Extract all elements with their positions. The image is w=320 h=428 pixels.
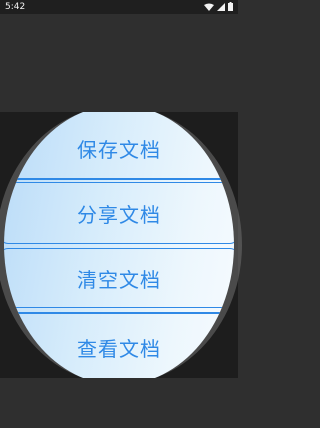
signal-icon xyxy=(217,2,225,11)
top-area xyxy=(0,14,238,112)
wifi-icon xyxy=(204,3,214,11)
battery-icon xyxy=(228,2,233,11)
clear-document-label: 清空文档 xyxy=(77,267,161,292)
round-menu: 保存文档 分享文档 清空文档 查看文档 xyxy=(0,112,250,378)
status-icons xyxy=(204,2,233,11)
share-document-label-wrap: 分享文档 xyxy=(4,184,234,242)
menu-divider xyxy=(4,312,234,314)
clear-document-label-wrap: 清空文档 xyxy=(4,250,234,306)
save-document-label: 保存文档 xyxy=(77,137,161,162)
status-time: 5:42 xyxy=(5,2,26,12)
status-bar: 5:42 xyxy=(0,0,238,14)
view-document-label: 查看文档 xyxy=(77,336,161,361)
share-document-label: 分享文档 xyxy=(77,202,161,227)
menu-divider xyxy=(4,178,234,180)
bottom-area xyxy=(0,378,238,428)
menu-disk: 保存文档 分享文档 清空文档 查看文档 xyxy=(4,112,234,378)
